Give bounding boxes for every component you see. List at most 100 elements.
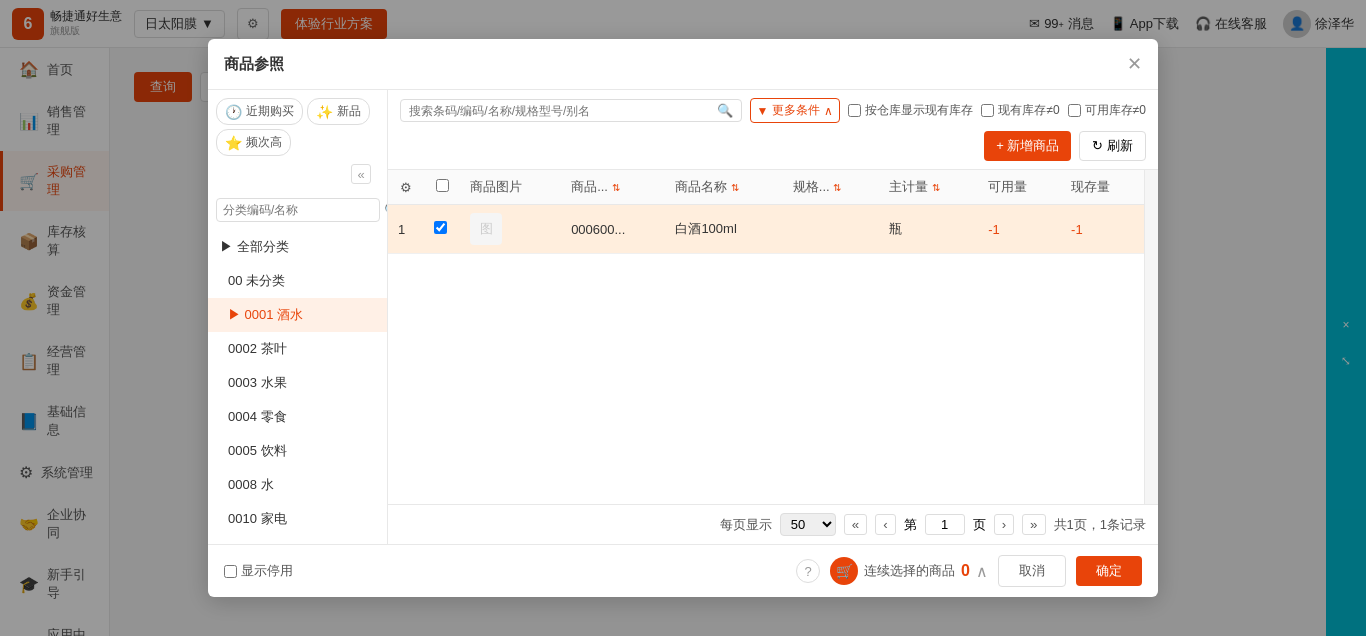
- frequent-btn[interactable]: ⭐ 频次高: [216, 129, 291, 156]
- category-collapse-btn[interactable]: «: [351, 164, 371, 184]
- category-search-input[interactable]: [216, 198, 380, 222]
- help-button[interactable]: ?: [796, 559, 820, 583]
- unit-sort-icon[interactable]: ⇅: [932, 182, 940, 193]
- filter-icon: ▼: [757, 104, 769, 118]
- table-col-spec: 规格... ⇅: [783, 170, 879, 205]
- confirm-button[interactable]: 确定: [1076, 556, 1142, 586]
- category-search-row: 🔍: [208, 198, 387, 230]
- category-quick-btns: 🕐 近期购买 ✨ 新品 ⭐ 频次高: [208, 98, 387, 164]
- page-input[interactable]: [925, 514, 965, 535]
- page-last-btn[interactable]: »: [1022, 514, 1045, 535]
- category-label-snack: 0004 零食: [228, 408, 287, 426]
- warehouse-stock-check[interactable]: [848, 104, 861, 117]
- category-item-uncategorized[interactable]: 00 未分类: [208, 264, 387, 298]
- product-search-input[interactable]: [409, 104, 713, 118]
- name-sort-icon[interactable]: ⇅: [731, 182, 739, 193]
- category-item-all[interactable]: ▶ 全部分类: [208, 230, 387, 264]
- select-all-checkbox[interactable]: [436, 179, 449, 192]
- table-col-name: 商品名称 ⇅: [665, 170, 782, 205]
- product-search-wrap: 🔍: [400, 99, 742, 122]
- modal-close-button[interactable]: ✕: [1127, 53, 1142, 75]
- code-sort-icon[interactable]: ⇅: [612, 182, 620, 193]
- category-label-drink: 0005 饮料: [228, 442, 287, 460]
- row-stock: -1: [1061, 205, 1144, 254]
- per-page-label: 每页显示: [720, 516, 772, 534]
- refresh-table-button[interactable]: ↻ 刷新: [1079, 131, 1146, 161]
- category-item-water[interactable]: 0008 水: [208, 468, 387, 502]
- page-total-info: 共1页，1条记录: [1054, 516, 1146, 534]
- category-label-tea: 0002 茶叶: [228, 340, 287, 358]
- cart-icon: 🛒: [830, 557, 858, 585]
- show-disabled-text: 显示停用: [241, 562, 293, 580]
- category-item-fruit[interactable]: 0003 水果: [208, 366, 387, 400]
- usable-stock-checkbox[interactable]: 可用库存≠0: [1068, 102, 1146, 119]
- filter-button[interactable]: ▼ 更多条件 ∧: [750, 98, 841, 123]
- row-img-cell: 图: [460, 205, 561, 254]
- add-product-button[interactable]: + 新增商品: [984, 131, 1071, 161]
- table-scroll-area: ⚙ 商品图片 商品... ⇅: [388, 170, 1158, 504]
- frequent-label: 频次高: [246, 134, 282, 151]
- category-label-fruit: 0003 水果: [228, 374, 287, 392]
- category-label-appliance: 0010 家电: [228, 510, 287, 528]
- table-col-code: 商品... ⇅: [561, 170, 665, 205]
- page-next-btn[interactable]: ›: [994, 514, 1014, 535]
- footer-right: ? 🛒 连续选择的商品 0 ∧ 取消 确定: [796, 555, 1142, 587]
- table-row[interactable]: 1 图 000600... 白酒100ml: [388, 205, 1144, 254]
- category-item-snack[interactable]: 0004 零食: [208, 400, 387, 434]
- modal-body: 🕐 近期购买 ✨ 新品 ⭐ 频次高 «: [208, 90, 1158, 544]
- row-checkbox-cell: [424, 205, 460, 254]
- available-stock-checkbox[interactable]: 现有库存≠0: [981, 102, 1059, 119]
- row-unit: 瓶: [879, 205, 978, 254]
- table-col-settings: ⚙: [388, 170, 424, 205]
- category-label-water: 0008 水: [228, 476, 274, 494]
- table-header-row: ⚙ 商品图片 商品... ⇅: [388, 170, 1144, 205]
- product-toolbar: 🔍 ▼ 更多条件 ∧ 按仓库显示现有库存 现有库存≠0: [388, 90, 1158, 170]
- selected-collapse-arrow[interactable]: ∧: [976, 562, 988, 581]
- product-table: ⚙ 商品图片 商品... ⇅: [388, 170, 1144, 254]
- filter-arrow-icon: ∧: [824, 104, 833, 118]
- page-first-btn[interactable]: «: [844, 514, 867, 535]
- table-scrollbar[interactable]: [1144, 170, 1158, 504]
- star-freq-icon: ⭐: [225, 135, 242, 151]
- spec-sort-icon[interactable]: ⇅: [833, 182, 841, 193]
- row-name: 白酒100ml: [665, 205, 782, 254]
- warehouse-stock-checkbox[interactable]: 按仓库显示现有库存: [848, 102, 973, 119]
- table-col-unit: 主计量 ⇅: [879, 170, 978, 205]
- recent-purchase-label: 近期购买: [246, 103, 294, 120]
- usable-stock-check[interactable]: [1068, 104, 1081, 117]
- available-stock-check[interactable]: [981, 104, 994, 117]
- table-col-available: 可用量: [978, 170, 1061, 205]
- product-panel: 🔍 ▼ 更多条件 ∧ 按仓库显示现有库存 现有库存≠0: [388, 90, 1158, 544]
- product-search-icon[interactable]: 🔍: [717, 103, 733, 118]
- category-label-uncategorized: 00 未分类: [228, 272, 285, 290]
- star-new-icon: ✨: [316, 104, 333, 120]
- category-item-tea[interactable]: 0002 茶叶: [208, 332, 387, 366]
- recent-purchase-btn[interactable]: 🕐 近期购买: [216, 98, 303, 125]
- selected-count: 0: [961, 562, 970, 580]
- page-label: 第: [904, 516, 917, 534]
- row-checkbox[interactable]: [434, 221, 447, 234]
- row-index: 1: [388, 205, 424, 254]
- cancel-button[interactable]: 取消: [998, 555, 1066, 587]
- per-page-select[interactable]: 50 20 100: [780, 513, 836, 536]
- category-item-liquor[interactable]: ▶ 0001 酒水: [208, 298, 387, 332]
- selected-count-area: 🛒 连续选择的商品 0 ∧: [830, 557, 988, 585]
- filter-label: 更多条件: [772, 102, 820, 119]
- category-label-liquor: ▶ 0001 酒水: [228, 306, 303, 324]
- clock-icon: 🕐: [225, 104, 242, 120]
- product-reference-modal: 商品参照 ✕ 🕐 近期购买 ✨ 新品 ⭐ 频次高: [208, 39, 1158, 597]
- show-disabled-checkbox[interactable]: [224, 565, 237, 578]
- modal-overlay: 商品参照 ✕ 🕐 近期购买 ✨ 新品 ⭐ 频次高: [0, 0, 1366, 636]
- category-item-appliance[interactable]: 0010 家电: [208, 502, 387, 536]
- show-disabled-label[interactable]: 显示停用: [224, 562, 293, 580]
- new-product-btn[interactable]: ✨ 新品: [307, 98, 370, 125]
- pagination: 每页显示 50 20 100 « ‹ 第 页 › » 共1页，1条记录: [388, 504, 1158, 544]
- table-settings-icon[interactable]: ⚙: [400, 180, 412, 195]
- table-col-img: 商品图片: [460, 170, 561, 205]
- category-item-drink[interactable]: 0005 饮料: [208, 434, 387, 468]
- toolbar-right: + 新增商品 ↻ 刷新: [984, 131, 1146, 161]
- selected-text: 连续选择的商品: [864, 562, 955, 580]
- row-spec: [783, 205, 879, 254]
- modal-footer: 显示停用 ? 🛒 连续选择的商品 0 ∧ 取消 确定: [208, 544, 1158, 597]
- page-prev-btn[interactable]: ‹: [875, 514, 895, 535]
